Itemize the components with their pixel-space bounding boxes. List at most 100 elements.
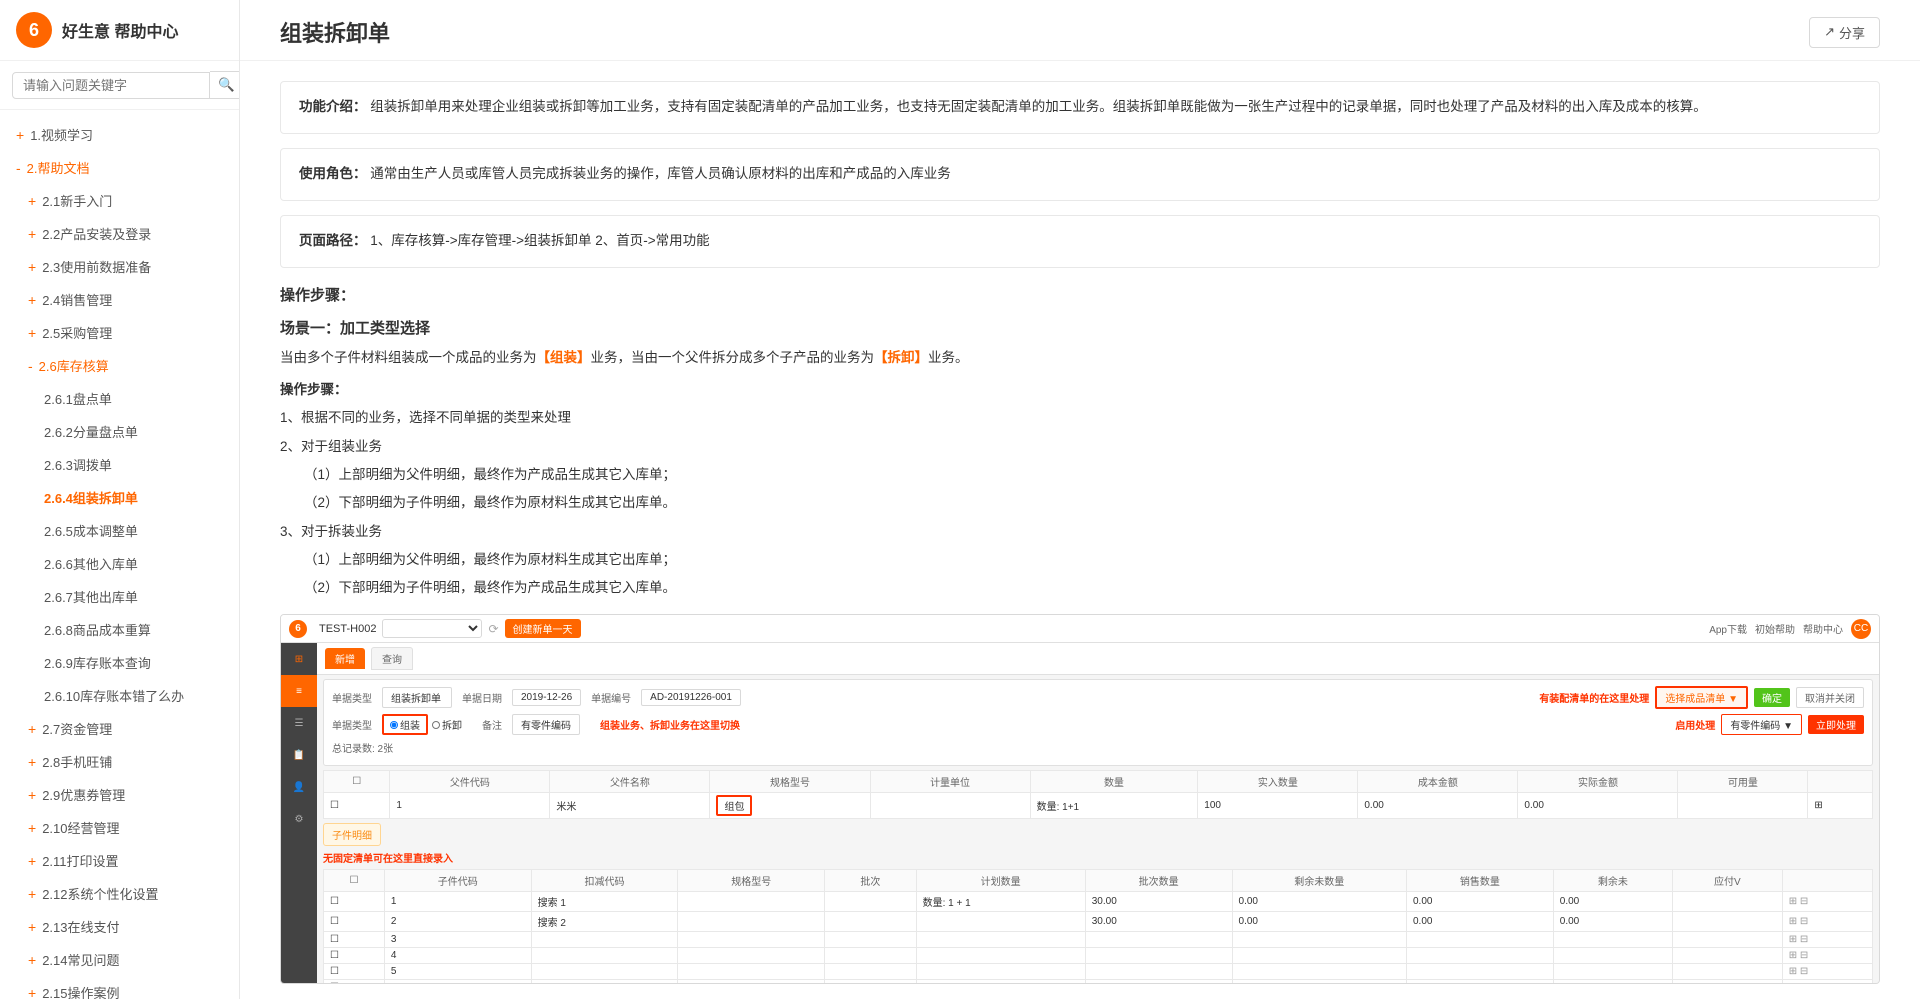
sidebar-item-purchase[interactable]: +2.5采购管理 [0,316,239,349]
sidebar-item-coupon[interactable]: +2.9优惠券管理 [0,778,239,811]
sidebar-item-print[interactable]: +2.11打印设置 [0,844,239,877]
mock-confirm-btn[interactable]: 确定 [1754,688,1790,707]
mock-enable-btn[interactable]: 立即处理 [1808,715,1864,734]
sidebar-item-faq[interactable]: +2.14常见问题 [0,943,239,976]
mock-job-type-radio: 组装 拆卸 [382,714,462,735]
mock-disassembly-radio[interactable]: 拆卸 [432,714,462,735]
sidebar-item-assembly[interactable]: 2.6.4组装拆卸单 [0,481,239,514]
mock-ltd-op-3: ⊞ ⊟ [1782,932,1872,948]
mock-lth-batch-qty: 批次数量 [1085,870,1232,892]
mock-tab-new[interactable]: 新增 [325,648,365,669]
mock-app-download: App下载 [1709,621,1747,636]
mock-ltd-check-4[interactable]: ☐ [324,948,385,964]
mock-ltd-2-9 [1672,932,1782,948]
mock-ltd-3-7 [1407,948,1554,964]
mock-lth-deduct: 扣减代码 [531,870,678,892]
sidebar-item-cost-adjust[interactable]: 2.6.5成本调整单 [0,514,239,547]
sidebar-item-label-stocktake: 2.6.1盘点单 [44,389,112,408]
content-inner: 组装拆卸单 ↗ 分享 功能介绍： 组装拆卸单用来处理企业组装或拆卸等加工业务，支… [240,0,1920,999]
mock-td-aqty1: 100 [1198,793,1358,819]
mock-sidebar-item4: 📋 [281,739,317,771]
sidebar-item-split-stocktake[interactable]: 2.6.2分量盘点单 [0,415,239,448]
mock-ltd-check-3[interactable]: ☐ [324,932,385,948]
mock-doc-type-input[interactable]: 组装拆卸单 [382,687,452,708]
mock-ltd-5-5 [1085,980,1232,984]
sidebar-item-online-pay[interactable]: +2.13在线支付 [0,910,239,943]
search-button[interactable]: 🔍 [210,71,240,99]
sidebar-item-label-custom: 2.12系统个性化设置 [42,884,158,903]
mock-ltd-3-1 [531,948,678,964]
plus-icon: + [28,754,36,770]
mock-sidebar-home: ⊞ [281,643,317,675]
sidebar-item-label-print: 2.11打印设置 [42,851,118,870]
sidebar-item-install[interactable]: +2.2产品安装及登录 [0,217,239,250]
mock-ltd-0-1: 搜索 1 [531,892,678,912]
sidebar-search-container: 🔍 [0,61,239,110]
mock-lth-payable: 应付V [1672,870,1782,892]
mock-create-btn[interactable]: 创建新单一天 [505,619,581,638]
mock-lth-remain: 剩余未数量 [1232,870,1406,892]
sidebar-item-stock-error[interactable]: 2.6.10库存账本错了么办 [0,679,239,712]
sidebar-item-operate[interactable]: +2.10经营管理 [0,811,239,844]
mock-lth-sales: 销售数量 [1407,870,1554,892]
mock-ltd-0-7: 0.00 [1407,892,1554,912]
mock-ltd-3-5 [1085,948,1232,964]
sidebar-item-label-purchase: 2.5采购管理 [42,323,112,342]
sidebar-item-cases[interactable]: +2.15操作案例 [0,976,239,999]
mock-lth-spec: 规格型号 [678,870,825,892]
mock-ltd-5-1 [531,980,678,984]
mock-enable-select[interactable]: 有零件编码 ▼ [1721,714,1802,735]
mock-lower-row-1: ☐1搜索 1数量: 1 + 130.000.000.000.00⊞ ⊟ [324,892,1873,912]
scenario1-title: 场景一：加工类型选择 [280,317,1880,338]
sidebar-item-newcomer[interactable]: +2.1新手入门 [0,184,239,217]
mock-ltd-2-1 [531,932,678,948]
mock-td-check1[interactable]: ☐ [324,793,390,819]
mock-company-select[interactable] [382,619,482,638]
mock-ltd-check-5[interactable]: ☐ [324,964,385,980]
mock-disassembly-radio-input[interactable] [432,721,440,729]
mock-num-input[interactable]: AD-20191226-001 [641,689,741,706]
mock-ltd-check-6[interactable]: ☐ [324,980,385,984]
sidebar-item-other-out[interactable]: 2.6.7其他出库单 [0,580,239,613]
mock-bom-select[interactable]: 选择成品清单 ▼ [1655,686,1748,709]
mock-ltd-1-1: 搜索 2 [531,912,678,932]
mock-cancel-btn[interactable]: 取消并关闭 [1796,687,1864,708]
mock-ltd-4-1 [531,964,678,980]
sidebar-item-other-in[interactable]: 2.6.6其他入库单 [0,547,239,580]
sidebar-item-data[interactable]: +2.3使用前数据准备 [0,250,239,283]
sidebar: 6 好生意 帮助中心 🔍 +1.视频学习-2.帮助文档+2.1新手入门+2.2产… [0,0,240,999]
sidebar-item-custom[interactable]: +2.12系统个性化设置 [0,877,239,910]
mock-ltd-5-7 [1407,980,1554,984]
mock-ltd-check-2[interactable]: ☐ [324,912,385,932]
mock-ltd-check-1[interactable]: ☐ [324,892,385,912]
mock-avatar: CC [1851,619,1871,639]
mock-ltd-4-0: 5 [384,964,531,980]
sidebar-item-sales[interactable]: +2.4销售管理 [0,283,239,316]
search-input[interactable] [12,72,210,99]
logo-icon: 6 [16,12,52,48]
mock-td-op1: ⊞ [1808,793,1873,819]
sidebar-item-label-cases: 2.15操作案例 [42,983,119,999]
mock-form: 单据类型 组装拆卸单 单据日期 2019-12-26 单据编号 AD-20191… [323,679,1873,766]
mock-date-input[interactable]: 2019-12-26 [512,689,581,706]
sidebar-item-stocktake[interactable]: 2.6.1盘点单 [0,382,239,415]
mock-ltd-3-4 [916,948,1085,964]
sidebar-item-stock-query[interactable]: 2.6.9库存账本查询 [0,646,239,679]
mock-lower-row-2: ☐2搜索 230.000.000.000.00⊞ ⊟ [324,912,1873,932]
share-button[interactable]: ↗ 分享 [1809,17,1880,48]
sidebar-item-docs[interactable]: -2.帮助文档 [0,151,239,184]
sidebar-item-adjust[interactable]: 2.6.3调拨单 [0,448,239,481]
sidebar-item-mobile[interactable]: +2.8手机旺铺 [0,745,239,778]
mock-tab-query[interactable]: 查询 [371,647,413,670]
mock-assembly-radio-input[interactable] [390,721,398,729]
sidebar-item-video[interactable]: +1.视频学习 [0,118,239,151]
sidebar-item-cost-reset[interactable]: 2.6.8商品成本重算 [0,613,239,646]
mock-assembly-radio[interactable]: 组装 [382,714,428,735]
plus-icon: + [28,259,36,275]
mock-ltd-3-0: 4 [384,948,531,964]
mock-remark-input[interactable]: 有零件编码 [512,714,580,735]
sidebar-item-finance[interactable]: +2.7资金管理 [0,712,239,745]
steps-title: 操作步骤： [280,284,1880,305]
sidebar-item-inventory[interactable]: -2.6库存核算 [0,349,239,382]
sidebar-item-label-data: 2.3使用前数据准备 [42,257,151,276]
